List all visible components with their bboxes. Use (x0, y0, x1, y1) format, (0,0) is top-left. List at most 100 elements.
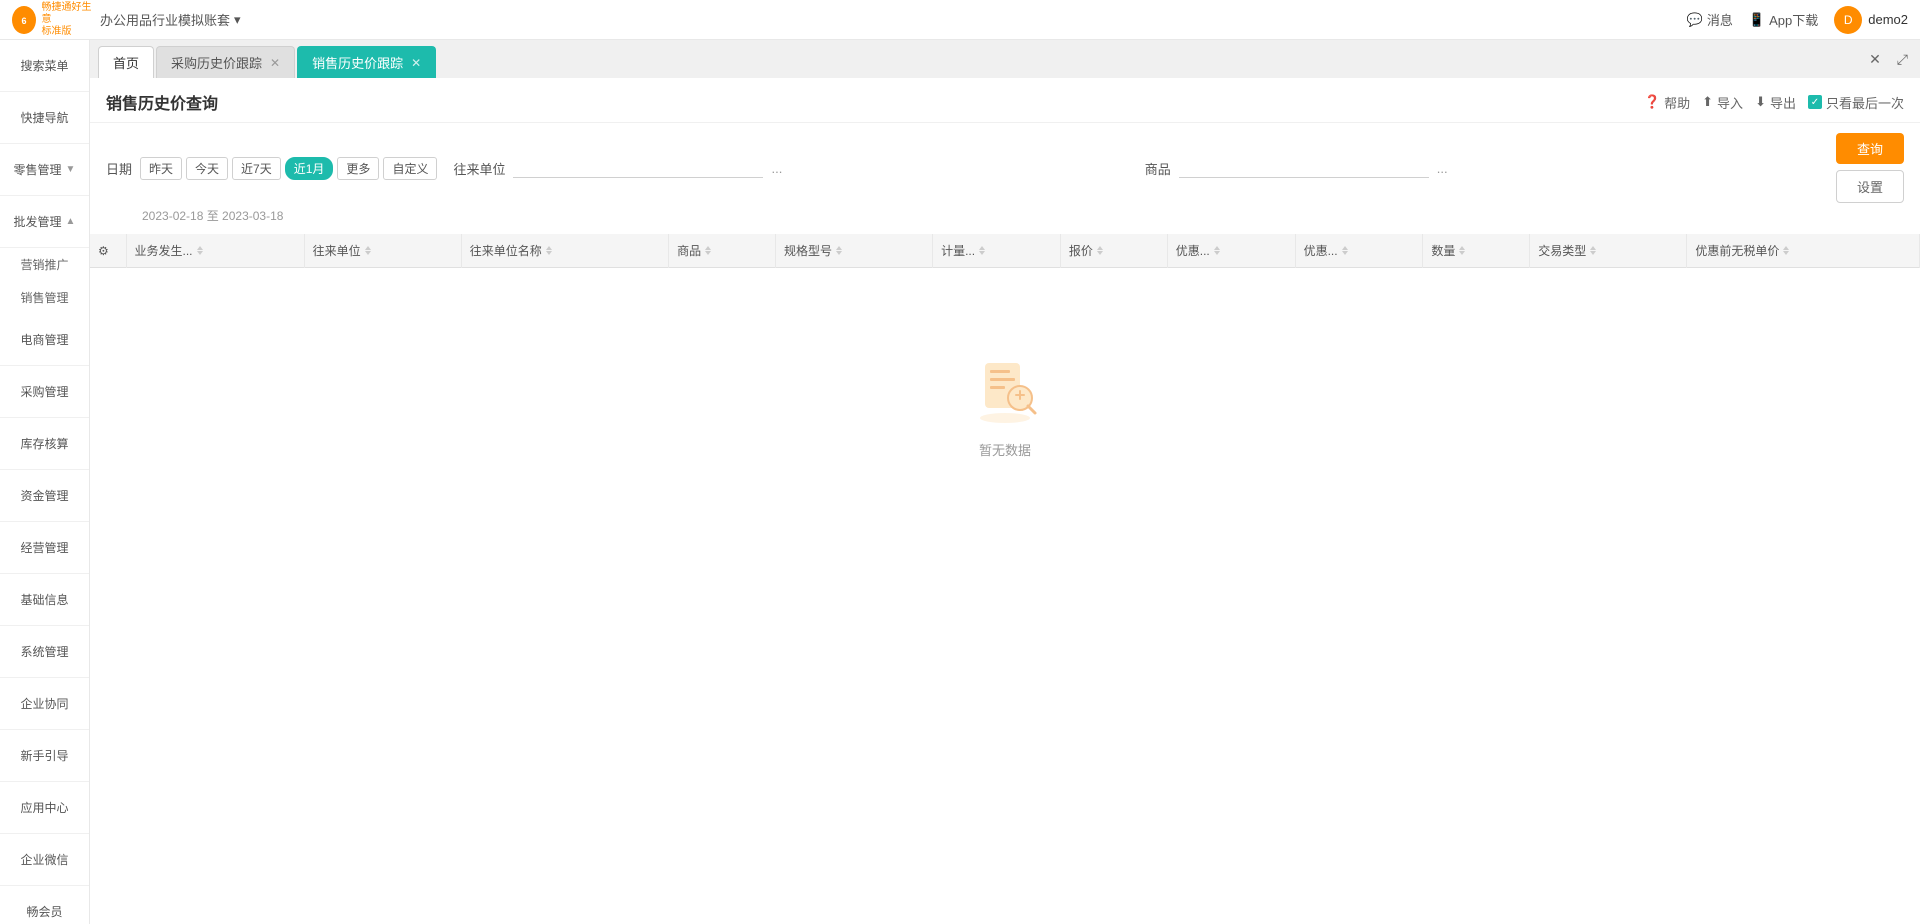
export-action[interactable]: ⬇ 导出 (1755, 93, 1796, 112)
discount1-sort-icon (1214, 246, 1220, 255)
sidebar-item-basic-info[interactable]: 基础信息 (0, 574, 89, 626)
system-label: 系统管理 (20, 643, 68, 660)
sidebar-item-app-center[interactable]: 应用中心 (0, 782, 89, 834)
th-biz-date[interactable]: 业务发生... (126, 234, 304, 268)
inventory-label: 库存核算 (20, 435, 68, 452)
app-center-label: 应用中心 (20, 799, 68, 816)
customer-dots-icon[interactable]: ... (771, 161, 782, 176)
sidebar-item-guide[interactable]: 新手引导 (0, 730, 89, 782)
query-button[interactable]: 查询 (1836, 133, 1904, 164)
ecommerce-label: 电商管理 (20, 331, 68, 348)
help-action[interactable]: ❓ 帮助 (1644, 93, 1690, 112)
date-btn-1month[interactable]: 近1月 (285, 157, 334, 180)
user-menu[interactable]: D demo2 (1834, 6, 1908, 34)
guide-label: 新手引导 (20, 747, 68, 764)
username: demo2 (1868, 12, 1908, 27)
partner-code-sort-icon (365, 246, 371, 255)
sidebar-item-sales-mgmt[interactable]: 销售管理 (0, 281, 89, 314)
th-trade-type[interactable]: 交易类型 (1530, 234, 1687, 268)
industry-selector[interactable]: 办公用品行业模拟账套 ▾ (100, 10, 1679, 29)
tab-purchase-close-icon[interactable]: ✕ (270, 57, 280, 69)
sidebar-item-purchase[interactable]: 采购管理 (0, 366, 89, 418)
action-buttons: 查询 设置 (1836, 133, 1904, 203)
import-action[interactable]: ⬆ 导入 (1702, 93, 1743, 112)
date-btn-7days[interactable]: 近7天 (232, 157, 281, 180)
th-discount2[interactable]: 优惠... (1295, 234, 1423, 268)
sidebar-item-corp-wechat[interactable]: 企业微信 (0, 834, 89, 886)
tab-purchase-history[interactable]: 采购历史价跟踪 ✕ (156, 46, 295, 78)
customer-label: 往来单位 (453, 159, 505, 178)
product-dots-icon[interactable]: ... (1437, 161, 1448, 176)
product-filter-group: 商品 ... (1145, 158, 1820, 178)
message-icon: 💬 (1687, 12, 1703, 28)
th-unit[interactable]: 计量... (933, 234, 1061, 268)
marketing-label: 营销推广 (20, 256, 68, 273)
customer-filter-group: 往来单位 ... (453, 158, 1128, 178)
tabs-bar: 首页 采购历史价跟踪 ✕ 销售历史价跟踪 ✕ ✕ ⤢ (90, 40, 1920, 78)
sidebar-item-ecommerce[interactable]: 电商管理 (0, 314, 89, 366)
date-btn-custom[interactable]: 自定义 (383, 157, 437, 180)
content-area: 首页 采购历史价跟踪 ✕ 销售历史价跟踪 ✕ ✕ ⤢ 销售历史价查询 (90, 40, 1920, 924)
page-title: 销售历史价查询 (106, 90, 218, 114)
sidebar-item-quick-nav[interactable]: 快捷导航 (0, 92, 89, 144)
sidebar-item-search-menu[interactable]: 搜索菜单 (0, 40, 89, 92)
main-layout: 搜索菜单 快捷导航 零售管理 ▼ 批发管理 ▲ 营销推广 销售管理 电商管理 采… (0, 40, 1920, 924)
tab-home-label: 首页 (113, 53, 139, 72)
sidebar-item-marketing[interactable]: 营销推广 (0, 248, 89, 281)
th-gear[interactable]: ⚙ (90, 234, 126, 268)
page-header-actions: ❓ 帮助 ⬆ 导入 ⬇ 导出 ✓ 只看最后一次 (1644, 93, 1904, 112)
tab-home[interactable]: 首页 (98, 46, 154, 78)
th-partner-name[interactable]: 往来单位名称 (461, 234, 668, 268)
wholesale-mgmt-label: 批发管理 (14, 213, 62, 230)
th-quantity[interactable]: 数量 (1423, 234, 1530, 268)
sidebar-item-inventory[interactable]: 库存核算 (0, 418, 89, 470)
sidebar-item-finance[interactable]: 资金管理 (0, 470, 89, 522)
import-icon: ⬆ (1702, 94, 1713, 110)
date-btn-today[interactable]: 今天 (186, 157, 228, 180)
last-once-checkbox[interactable]: ✓ 只看最后一次 (1808, 93, 1904, 112)
sidebar-item-system[interactable]: 系统管理 (0, 626, 89, 678)
sidebar-item-retail-mgmt[interactable]: 零售管理 ▼ (0, 144, 89, 196)
tab-purchase-label: 采购历史价跟踪 (171, 53, 262, 72)
sidebar-item-operations[interactable]: 经营管理 (0, 522, 89, 574)
product-input[interactable] (1179, 158, 1429, 178)
sidebar-item-wholesale-mgmt[interactable]: 批发管理 ▲ (0, 196, 89, 248)
date-btn-yesterday[interactable]: 昨天 (140, 157, 182, 180)
price-sort-icon (1097, 246, 1103, 255)
table-area: ⚙ 业务发生... (90, 234, 1920, 924)
message-action[interactable]: 💬 消息 (1687, 10, 1733, 29)
tab-sales-history[interactable]: 销售历史价跟踪 ✕ (297, 46, 436, 78)
logo: 6 畅捷通好生意 标准版 (12, 2, 92, 38)
page-header: 销售历史价查询 ❓ 帮助 ⬆ 导入 ⬇ 导出 ✓ (90, 78, 1920, 123)
biz-date-sort-icon (197, 246, 203, 255)
date-label: 日期 (106, 159, 132, 178)
sidebar-item-member[interactable]: 畅会员 (0, 886, 89, 924)
topbar-actions: 💬 消息 📱 App下载 D demo2 (1687, 6, 1908, 34)
date-filter-group: 日期 昨天 今天 近7天 近1月 更多 自定义 (106, 157, 437, 180)
logo-icon: 6 (12, 6, 36, 34)
th-partner-code[interactable]: 往来单位 (304, 234, 461, 268)
th-price[interactable]: 报价 (1060, 234, 1167, 268)
setting-button[interactable]: 设置 (1836, 170, 1904, 203)
th-pretax-price[interactable]: 优惠前无税单价 (1687, 234, 1920, 268)
sales-mgmt-label: 销售管理 (20, 289, 68, 306)
date-range-display: 2023-02-18 至 2023-03-18 (106, 203, 1904, 234)
help-icon: ❓ (1644, 94, 1660, 110)
app-download-action[interactable]: 📱 App下载 (1749, 10, 1818, 29)
sidebar-item-enterprise[interactable]: 企业协同 (0, 678, 89, 730)
date-range-text: 2023-02-18 至 2023-03-18 (142, 209, 283, 223)
tab-sales-close-icon[interactable]: ✕ (411, 57, 421, 69)
tab-close-all-icon[interactable]: ✕ (1865, 49, 1885, 70)
pretax-price-sort-icon (1783, 246, 1789, 255)
th-spec[interactable]: 规格型号 (775, 234, 932, 268)
unit-sort-icon (979, 246, 985, 255)
th-product[interactable]: 商品 (669, 234, 776, 268)
th-discount1[interactable]: 优惠... (1167, 234, 1295, 268)
basic-info-label: 基础信息 (20, 591, 68, 608)
date-btn-more[interactable]: 更多 (337, 157, 379, 180)
data-table: ⚙ 业务发生... (90, 234, 1920, 268)
tab-controls: ✕ ⤢ (1865, 49, 1912, 70)
customer-input[interactable] (513, 158, 763, 178)
quick-nav-label: 快捷导航 (20, 109, 68, 126)
tab-maximize-icon[interactable]: ⤢ (1893, 49, 1912, 70)
